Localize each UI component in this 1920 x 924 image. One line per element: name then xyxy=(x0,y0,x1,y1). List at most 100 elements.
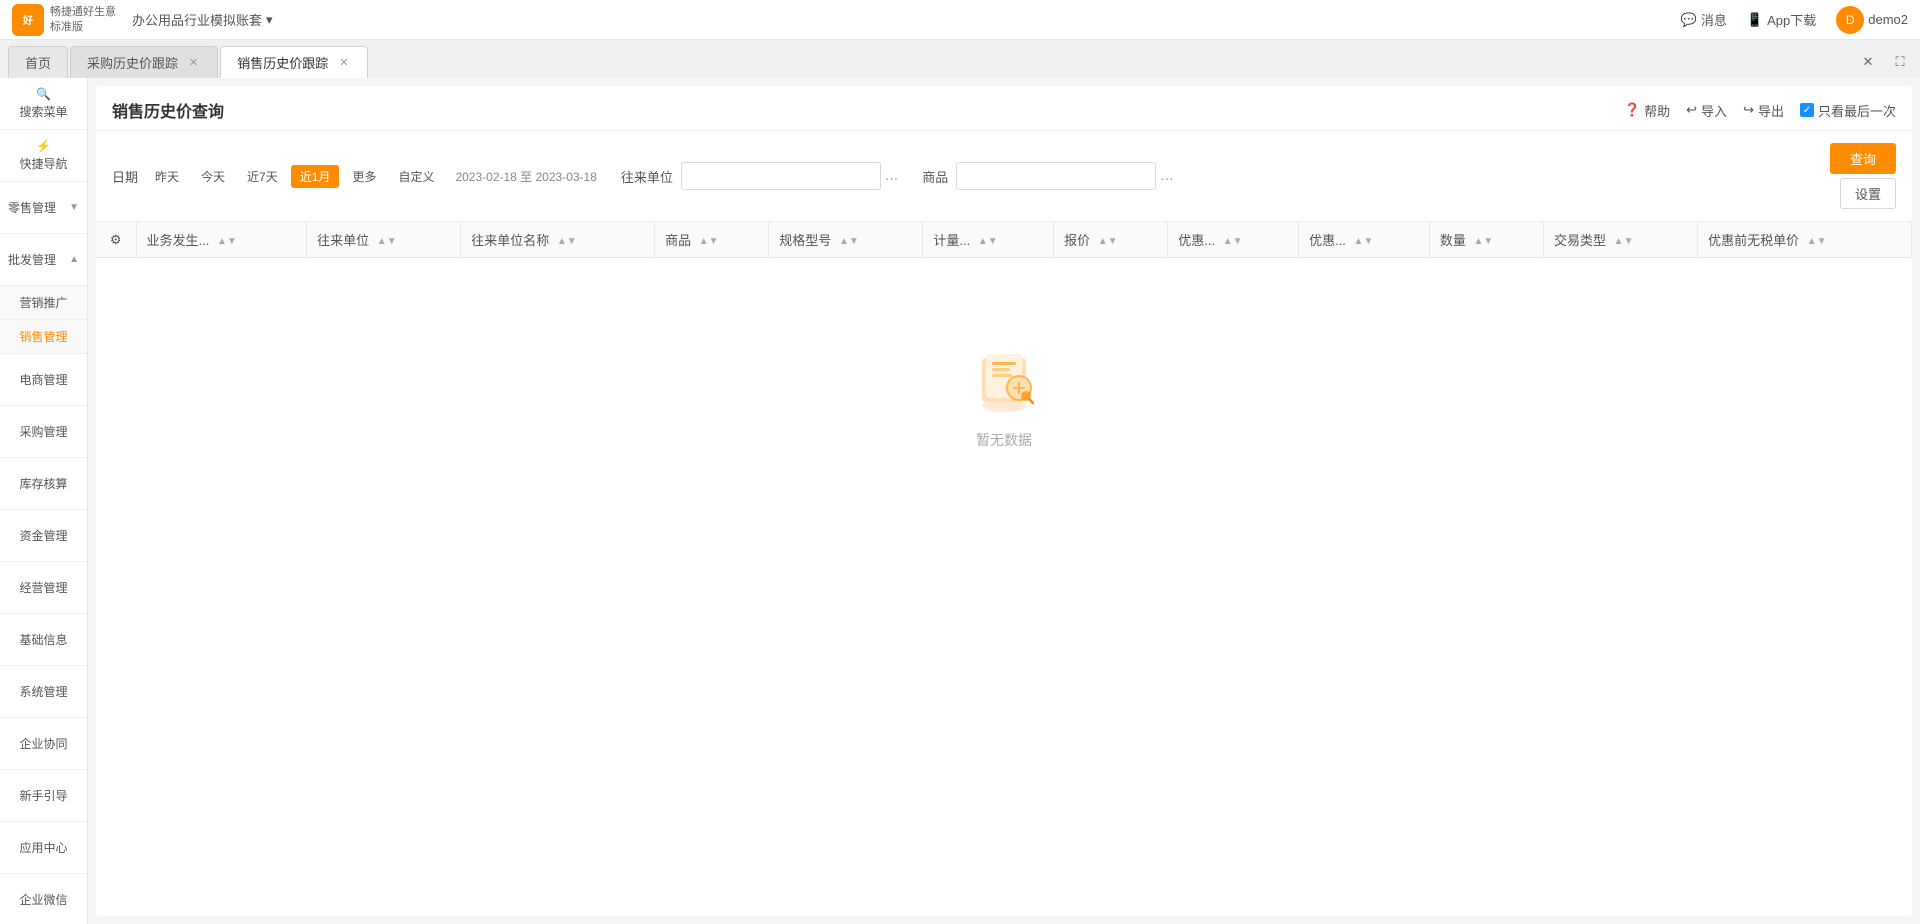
sidebar-item-enterprise[interactable]: 企业协同 xyxy=(0,718,87,770)
svg-text:好: 好 xyxy=(22,14,33,27)
col-trade-type[interactable]: 交易类型 ▲▼ xyxy=(1544,222,1698,258)
main-layout: 🔍 搜索菜单 ⚡ 快捷导航 零售管理 ▼ 批发管理 ▲ 营销推广 销售管理 电商… xyxy=(0,78,1920,924)
sort-icon-unit: ▲▼ xyxy=(978,236,998,247)
col-partner-code[interactable]: 往来单位 ▲▼ xyxy=(307,222,461,258)
avatar: D xyxy=(1836,6,1864,34)
content-area: 销售历史价查询 ❓ 帮助 ↩ 导入 ↪ 导出 ✓ xyxy=(88,78,1920,924)
col-quote[interactable]: 报价 ▲▼ xyxy=(1054,222,1168,258)
date-btn-custom[interactable]: 自定义 xyxy=(389,165,443,188)
col-unit[interactable]: 计量... ▲▼ xyxy=(923,222,1054,258)
sort-icon-spec: ▲▼ xyxy=(839,236,859,247)
import-action[interactable]: ↩ 导入 xyxy=(1686,101,1727,120)
tab-sales-label: 销售历史价跟踪 xyxy=(237,53,328,72)
username-label: demo2 xyxy=(1868,12,1908,27)
settings-button[interactable]: 设置 xyxy=(1840,178,1896,209)
date-btn-7days[interactable]: 近7天 xyxy=(238,165,287,188)
sidebar-item-system[interactable]: 系统管理 xyxy=(0,666,87,718)
help-label: 帮助 xyxy=(1644,101,1670,120)
sidebar-retail-label: 零售管理 xyxy=(8,199,56,216)
tab-sales-history[interactable]: 销售历史价跟踪 ✕ xyxy=(220,46,368,78)
date-btn-yesterday[interactable]: 昨天 xyxy=(146,165,188,188)
sidebar-item-appcenter[interactable]: 应用中心 xyxy=(0,822,87,874)
sidebar-item-ecommerce[interactable]: 电商管理 xyxy=(0,354,87,406)
col-discount2[interactable]: 优惠... ▲▼ xyxy=(1299,222,1430,258)
date-btn-more[interactable]: 更多 xyxy=(343,165,385,188)
header-left: 好 畅捷通好生意 标准版 办公用品行业模拟账套 ▾ xyxy=(12,4,281,36)
tab-purchase-history[interactable]: 采购历史价跟踪 ✕ xyxy=(70,46,218,78)
product-dots-btn[interactable]: ... xyxy=(1160,167,1173,185)
tab-close-all-btn[interactable]: ✕ xyxy=(1856,50,1880,74)
app-selector[interactable]: 办公用品行业模拟账套 ▾ xyxy=(124,6,281,33)
export-action[interactable]: ↪ 导出 xyxy=(1743,101,1784,120)
tab-home-label: 首页 xyxy=(25,53,51,72)
search-button[interactable]: 查询 xyxy=(1830,143,1896,174)
col-discount1[interactable]: 优惠... ▲▼ xyxy=(1168,222,1299,258)
tab-sales-close[interactable]: ✕ xyxy=(336,55,351,70)
top-header: 好 畅捷通好生意 标准版 办公用品行业模拟账套 ▾ 💬 消息 📱 App下载 D… xyxy=(0,0,1920,40)
search-icon: 🔍 xyxy=(36,87,51,101)
tab-home[interactable]: 首页 xyxy=(8,46,68,78)
help-icon: ❓ xyxy=(1624,102,1640,118)
product-filter-group: 商品 ... xyxy=(922,162,1173,190)
sort-icon-trade: ▲▼ xyxy=(1614,236,1634,247)
sidebar-item-guide[interactable]: 新手引导 xyxy=(0,770,87,822)
col-qty[interactable]: 数量 ▲▼ xyxy=(1429,222,1543,258)
table-header-row: ⚙ 业务发生... ▲▼ 往来单位 ▲▼ 往来单位名称 xyxy=(96,222,1912,258)
sidebar-item-purchase[interactable]: 采购管理 xyxy=(0,406,87,458)
sort-icon-partner-name: ▲▼ xyxy=(557,236,577,247)
tab-purchase-close[interactable]: ✕ xyxy=(186,55,201,70)
retail-arrow-icon: ▼ xyxy=(69,202,79,213)
sidebar-search-label: 搜索菜单 xyxy=(19,103,67,120)
checkbox-icon: ✓ xyxy=(1800,103,1814,117)
page-title: 销售历史价查询 xyxy=(112,98,224,122)
page-header: 销售历史价查询 ❓ 帮助 ↩ 导入 ↪ 导出 ✓ xyxy=(96,86,1912,131)
help-action[interactable]: ❓ 帮助 xyxy=(1624,101,1670,120)
app-download-label: App下载 xyxy=(1767,10,1816,29)
only-last-checkbox[interactable]: ✓ 只看最后一次 xyxy=(1800,101,1896,120)
enterprise-label: 企业协同 xyxy=(19,735,67,752)
product-filter-label: 商品 xyxy=(922,167,948,186)
sidebar-item-marketing[interactable]: 营销推广 xyxy=(0,286,87,320)
date-btn-1month[interactable]: 近1月 xyxy=(291,165,340,188)
sidebar-item-finance[interactable]: 资金管理 xyxy=(0,510,87,562)
sidebar-item-basicinfo[interactable]: 基础信息 xyxy=(0,614,87,666)
sidebar-item-corpwechat[interactable]: 企业微信 xyxy=(0,874,87,924)
sidebar-item-operations[interactable]: 经营管理 xyxy=(0,562,87,614)
app-download-action[interactable]: 📱 App下载 xyxy=(1747,10,1816,29)
quicknav-icon: ⚡ xyxy=(36,139,51,153)
guide-label: 新手引导 xyxy=(19,787,67,804)
appcenter-label: 应用中心 xyxy=(19,839,67,856)
sidebar-item-wholesale[interactable]: 批发管理 ▲ xyxy=(0,234,87,286)
header-right: 💬 消息 📱 App下载 D demo2 xyxy=(1681,6,1908,34)
sidebar-item-search[interactable]: 🔍 搜索菜单 xyxy=(0,78,87,130)
col-pretax-price[interactable]: 优惠前无税单价 ▲▼ xyxy=(1698,222,1912,258)
partner-input[interactable] xyxy=(681,162,881,190)
sidebar-item-quicknav[interactable]: ⚡ 快捷导航 xyxy=(0,130,87,182)
user-action[interactable]: D demo2 xyxy=(1836,6,1908,34)
sidebar-item-inventory[interactable]: 库存核算 xyxy=(0,458,87,510)
col-partner-name[interactable]: 往来单位名称 ▲▼ xyxy=(461,222,655,258)
date-buttons: 昨天 今天 近7天 近1月 更多 自定义 xyxy=(146,165,443,188)
col-biz-date[interactable]: 业务发生... ▲▼ xyxy=(136,222,307,258)
page-header-actions: ❓ 帮助 ↩ 导入 ↪ 导出 ✓ 只看最后一次 xyxy=(1624,101,1896,120)
message-icon: 💬 xyxy=(1681,12,1697,28)
purchase-label: 采购管理 xyxy=(19,423,67,440)
col-product[interactable]: 商品 ▲▼ xyxy=(655,222,769,258)
logo-area: 好 畅捷通好生意 标准版 xyxy=(12,4,116,36)
date-btn-today[interactable]: 今天 xyxy=(192,165,234,188)
sidebar-item-retail[interactable]: 零售管理 ▼ xyxy=(0,182,87,234)
date-filter-group: 日期 昨天 今天 近7天 近1月 更多 自定义 2023-02-18 至 202… xyxy=(112,165,597,188)
sales-mgmt-label: 销售管理 xyxy=(19,330,67,344)
sort-icon-pretax: ▲▼ xyxy=(1807,236,1827,247)
tab-fullscreen-btn[interactable]: ⛶ xyxy=(1888,50,1912,74)
col-settings[interactable]: ⚙ xyxy=(96,222,136,258)
message-action[interactable]: 💬 消息 xyxy=(1681,10,1727,29)
logo-icon: 好 xyxy=(12,4,44,36)
settings-icon: ⚙ xyxy=(110,232,122,247)
only-last-label: 只看最后一次 xyxy=(1818,101,1896,120)
product-input[interactable] xyxy=(956,162,1156,190)
sidebar-item-sales-mgmt[interactable]: 销售管理 xyxy=(0,320,87,354)
partner-dots-btn[interactable]: ... xyxy=(885,167,898,185)
col-spec[interactable]: 规格型号 ▲▼ xyxy=(769,222,923,258)
import-label: 导入 xyxy=(1701,101,1727,120)
